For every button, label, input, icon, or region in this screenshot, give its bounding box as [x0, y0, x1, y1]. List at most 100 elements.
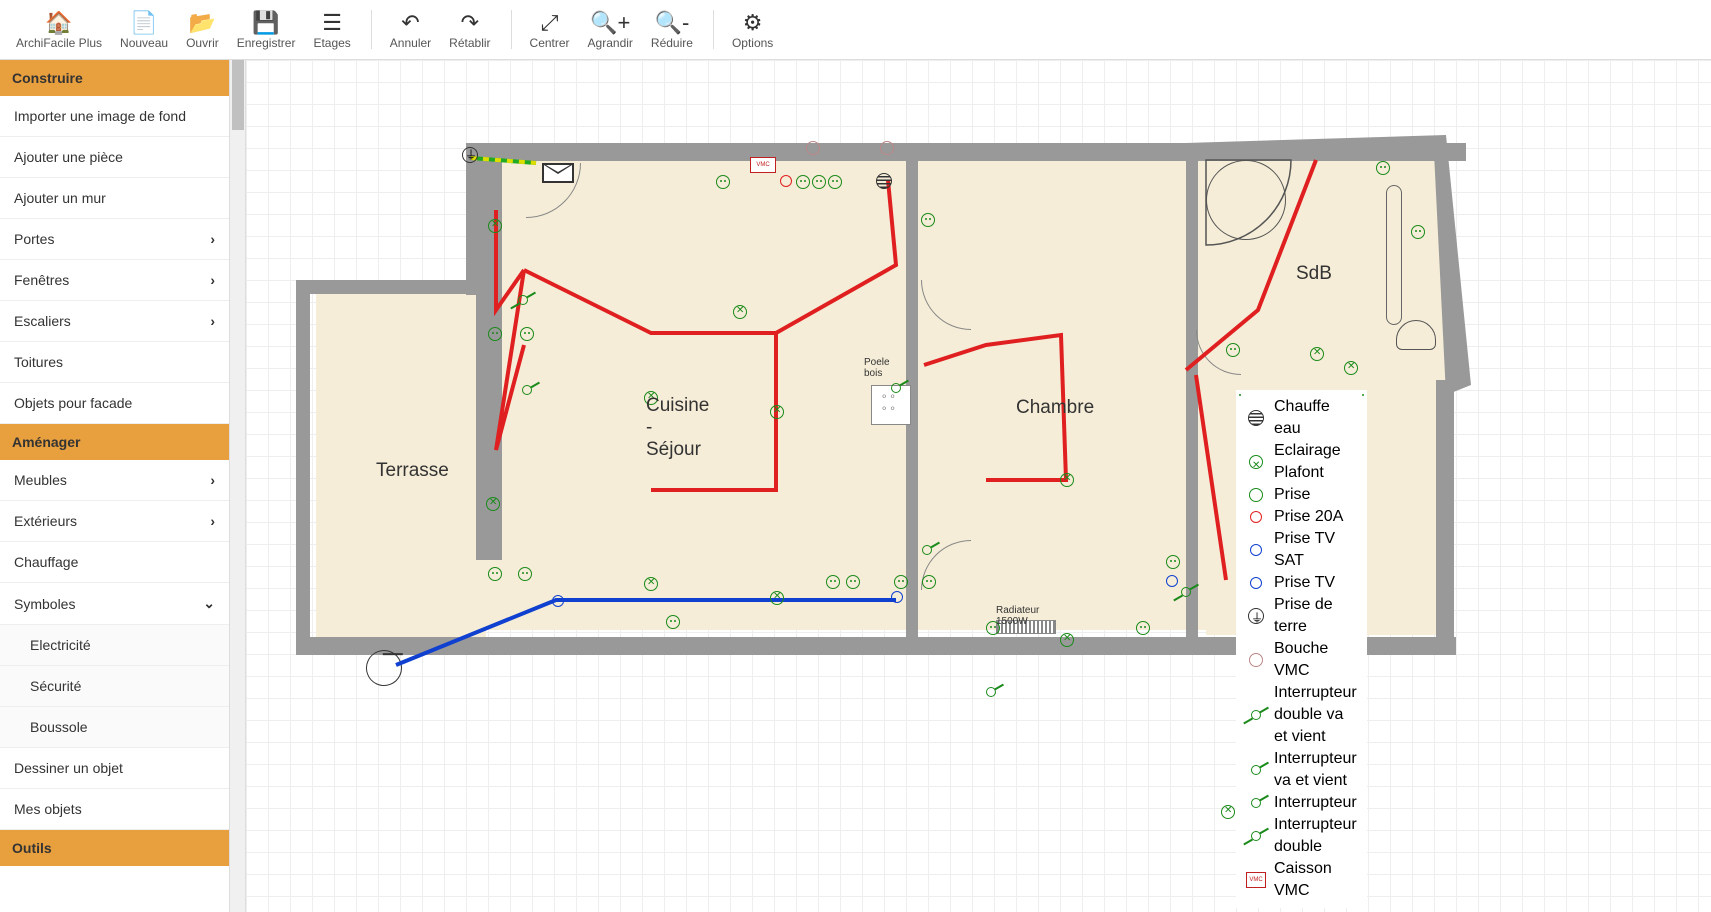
legend-symbol-icon [1250, 577, 1262, 589]
sidebar: ConstruireImporter une image de fondAjou… [0, 60, 230, 912]
outlet-icon[interactable] [796, 175, 810, 189]
save-button[interactable]: 💾Enregistrer [229, 4, 304, 55]
outlet-icon[interactable] [518, 567, 532, 581]
outlet-icon[interactable] [488, 327, 502, 341]
ceiling-light-icon[interactable] [770, 591, 784, 605]
home-button[interactable]: 🏠ArchiFacile Plus [8, 4, 110, 55]
sidebar-item[interactable]: Escaliers› [0, 301, 229, 342]
tv-outlet-icon[interactable] [1166, 575, 1178, 587]
legend-symbol-icon [1250, 511, 1262, 523]
sidebar-item[interactable]: Ajouter un mur [0, 178, 229, 219]
outlet-icon[interactable] [1226, 343, 1240, 357]
outlet-icon[interactable] [922, 575, 936, 589]
sidebar-item[interactable]: Extérieurs› [0, 501, 229, 542]
outlet-icon[interactable] [921, 213, 935, 227]
switch-icon[interactable] [986, 687, 996, 697]
sidebar-item[interactable]: Portes› [0, 219, 229, 260]
tv-outlet-icon[interactable] [891, 591, 903, 603]
legend-symbol-icon [1248, 608, 1264, 624]
drawing-canvas[interactable]: VMC [246, 60, 1711, 912]
ceiling-light-icon[interactable] [1310, 347, 1324, 361]
outlet-icon[interactable] [716, 175, 730, 189]
outlet-20a-icon[interactable] [780, 175, 792, 187]
ceiling-light-icon[interactable] [1060, 633, 1074, 647]
toolbar-label: Centrer [530, 36, 570, 50]
outlet-icon[interactable] [666, 615, 680, 629]
toolbar-label: Ouvrir [186, 36, 219, 50]
vmc-vent-icon[interactable] [806, 141, 820, 155]
sidebar-item-label: Importer une image de fond [14, 108, 186, 124]
double-switch-icon[interactable] [518, 295, 528, 305]
legend-row: Interrupteur double va et vient [1246, 682, 1357, 748]
outlet-icon[interactable] [1376, 161, 1390, 175]
sidebar-item[interactable]: Importer une image de fond [0, 96, 229, 137]
legend-label: Eclairage Plafont [1274, 440, 1357, 484]
switch-icon[interactable] [891, 383, 901, 393]
switch-icon[interactable] [522, 385, 532, 395]
sidebar-item[interactable]: Symboles⌄ [0, 583, 229, 625]
sidebar-item[interactable]: Toitures [0, 342, 229, 383]
sidebar-item[interactable]: Ajouter une pièce [0, 137, 229, 178]
ceiling-light-icon[interactable] [644, 577, 658, 591]
tv-outlet-icon[interactable] [552, 595, 564, 607]
outlet-icon[interactable] [846, 575, 860, 589]
outlet-icon[interactable] [812, 175, 826, 189]
sidebar-item[interactable]: Fenêtres› [0, 260, 229, 301]
sidebar-item[interactable]: Mes objets [0, 789, 229, 830]
outlet-icon[interactable] [1166, 555, 1180, 569]
zoomout-button[interactable]: 🔍-Réduire [643, 4, 701, 55]
ceiling-light-icon[interactable] [488, 219, 502, 233]
ceiling-light-icon[interactable] [770, 405, 784, 419]
sidebar-item[interactable]: Objets pour facade [0, 383, 229, 424]
sidebar-subitem[interactable]: Electricité [0, 625, 229, 666]
outlet-icon[interactable] [520, 327, 534, 341]
legend-symbol-icon [1251, 798, 1261, 808]
ceiling-light-icon[interactable] [733, 305, 747, 319]
sidebar-item[interactable]: Dessiner un objet [0, 748, 229, 789]
sidebar-subitem[interactable]: Sécurité [0, 666, 229, 707]
toolbar-label: Options [732, 36, 773, 50]
legend-label: Interrupteur double [1274, 814, 1357, 858]
ceiling-light-icon[interactable] [486, 497, 500, 511]
new-button[interactable]: 📄Nouveau [112, 4, 176, 55]
ceiling-light-icon[interactable] [1344, 361, 1358, 375]
sidebar-item-label: Portes [14, 231, 54, 247]
vmc-box-icon[interactable]: VMC [750, 157, 776, 173]
vmc-vent-icon[interactable] [880, 141, 894, 155]
towel-radiator [1386, 185, 1402, 325]
center-button[interactable]: ⤢Centrer [522, 4, 578, 55]
legend-row: Chauffe eau [1246, 396, 1357, 440]
outlet-icon[interactable] [894, 575, 908, 589]
room-label-sdb: SdB [1296, 263, 1332, 285]
outlet-icon[interactable] [1411, 225, 1425, 239]
undo-button[interactable]: ↶Annuler [382, 4, 439, 55]
sidebar-item-label: Ajouter un mur [14, 190, 106, 206]
ceiling-light-icon[interactable] [1060, 473, 1074, 487]
legend-symbol-icon [1251, 710, 1261, 720]
sidebar-item[interactable]: Chauffage [0, 542, 229, 583]
sidebar-item[interactable]: Meubles› [0, 460, 229, 501]
open-button[interactable]: 📂Ouvrir [178, 4, 227, 55]
ground-icon[interactable] [462, 147, 478, 163]
redo-button[interactable]: ↷Rétablir [441, 4, 498, 55]
sidebar-scrollbar[interactable] [230, 60, 246, 912]
toolbar-label: Enregistrer [237, 36, 296, 50]
floors-button[interactable]: ☰Etages [305, 4, 358, 55]
options-icon: ⚙ [743, 10, 763, 36]
legend-row: Interrupteur va et vient [1246, 748, 1357, 792]
options-button[interactable]: ⚙Options [724, 4, 781, 55]
outlet-icon[interactable] [488, 567, 502, 581]
ceiling-light-icon[interactable] [1221, 805, 1235, 819]
legend-label: Interrupteur [1274, 792, 1357, 814]
legend-row: VMCCaisson VMC [1246, 858, 1357, 902]
switch-icon[interactable] [922, 545, 932, 555]
outlet-icon[interactable] [1136, 621, 1150, 635]
outlet-icon[interactable] [828, 175, 842, 189]
water-heater-icon[interactable] [876, 173, 892, 189]
outlet-icon[interactable] [826, 575, 840, 589]
zoomin-button[interactable]: 🔍+Agrandir [580, 4, 641, 55]
sidebar-item-label: Fenêtres [14, 272, 69, 288]
double-switch-icon[interactable] [1181, 587, 1191, 597]
sidebar-subitem[interactable]: Boussole [0, 707, 229, 748]
legend-symbol-icon [1251, 765, 1261, 775]
